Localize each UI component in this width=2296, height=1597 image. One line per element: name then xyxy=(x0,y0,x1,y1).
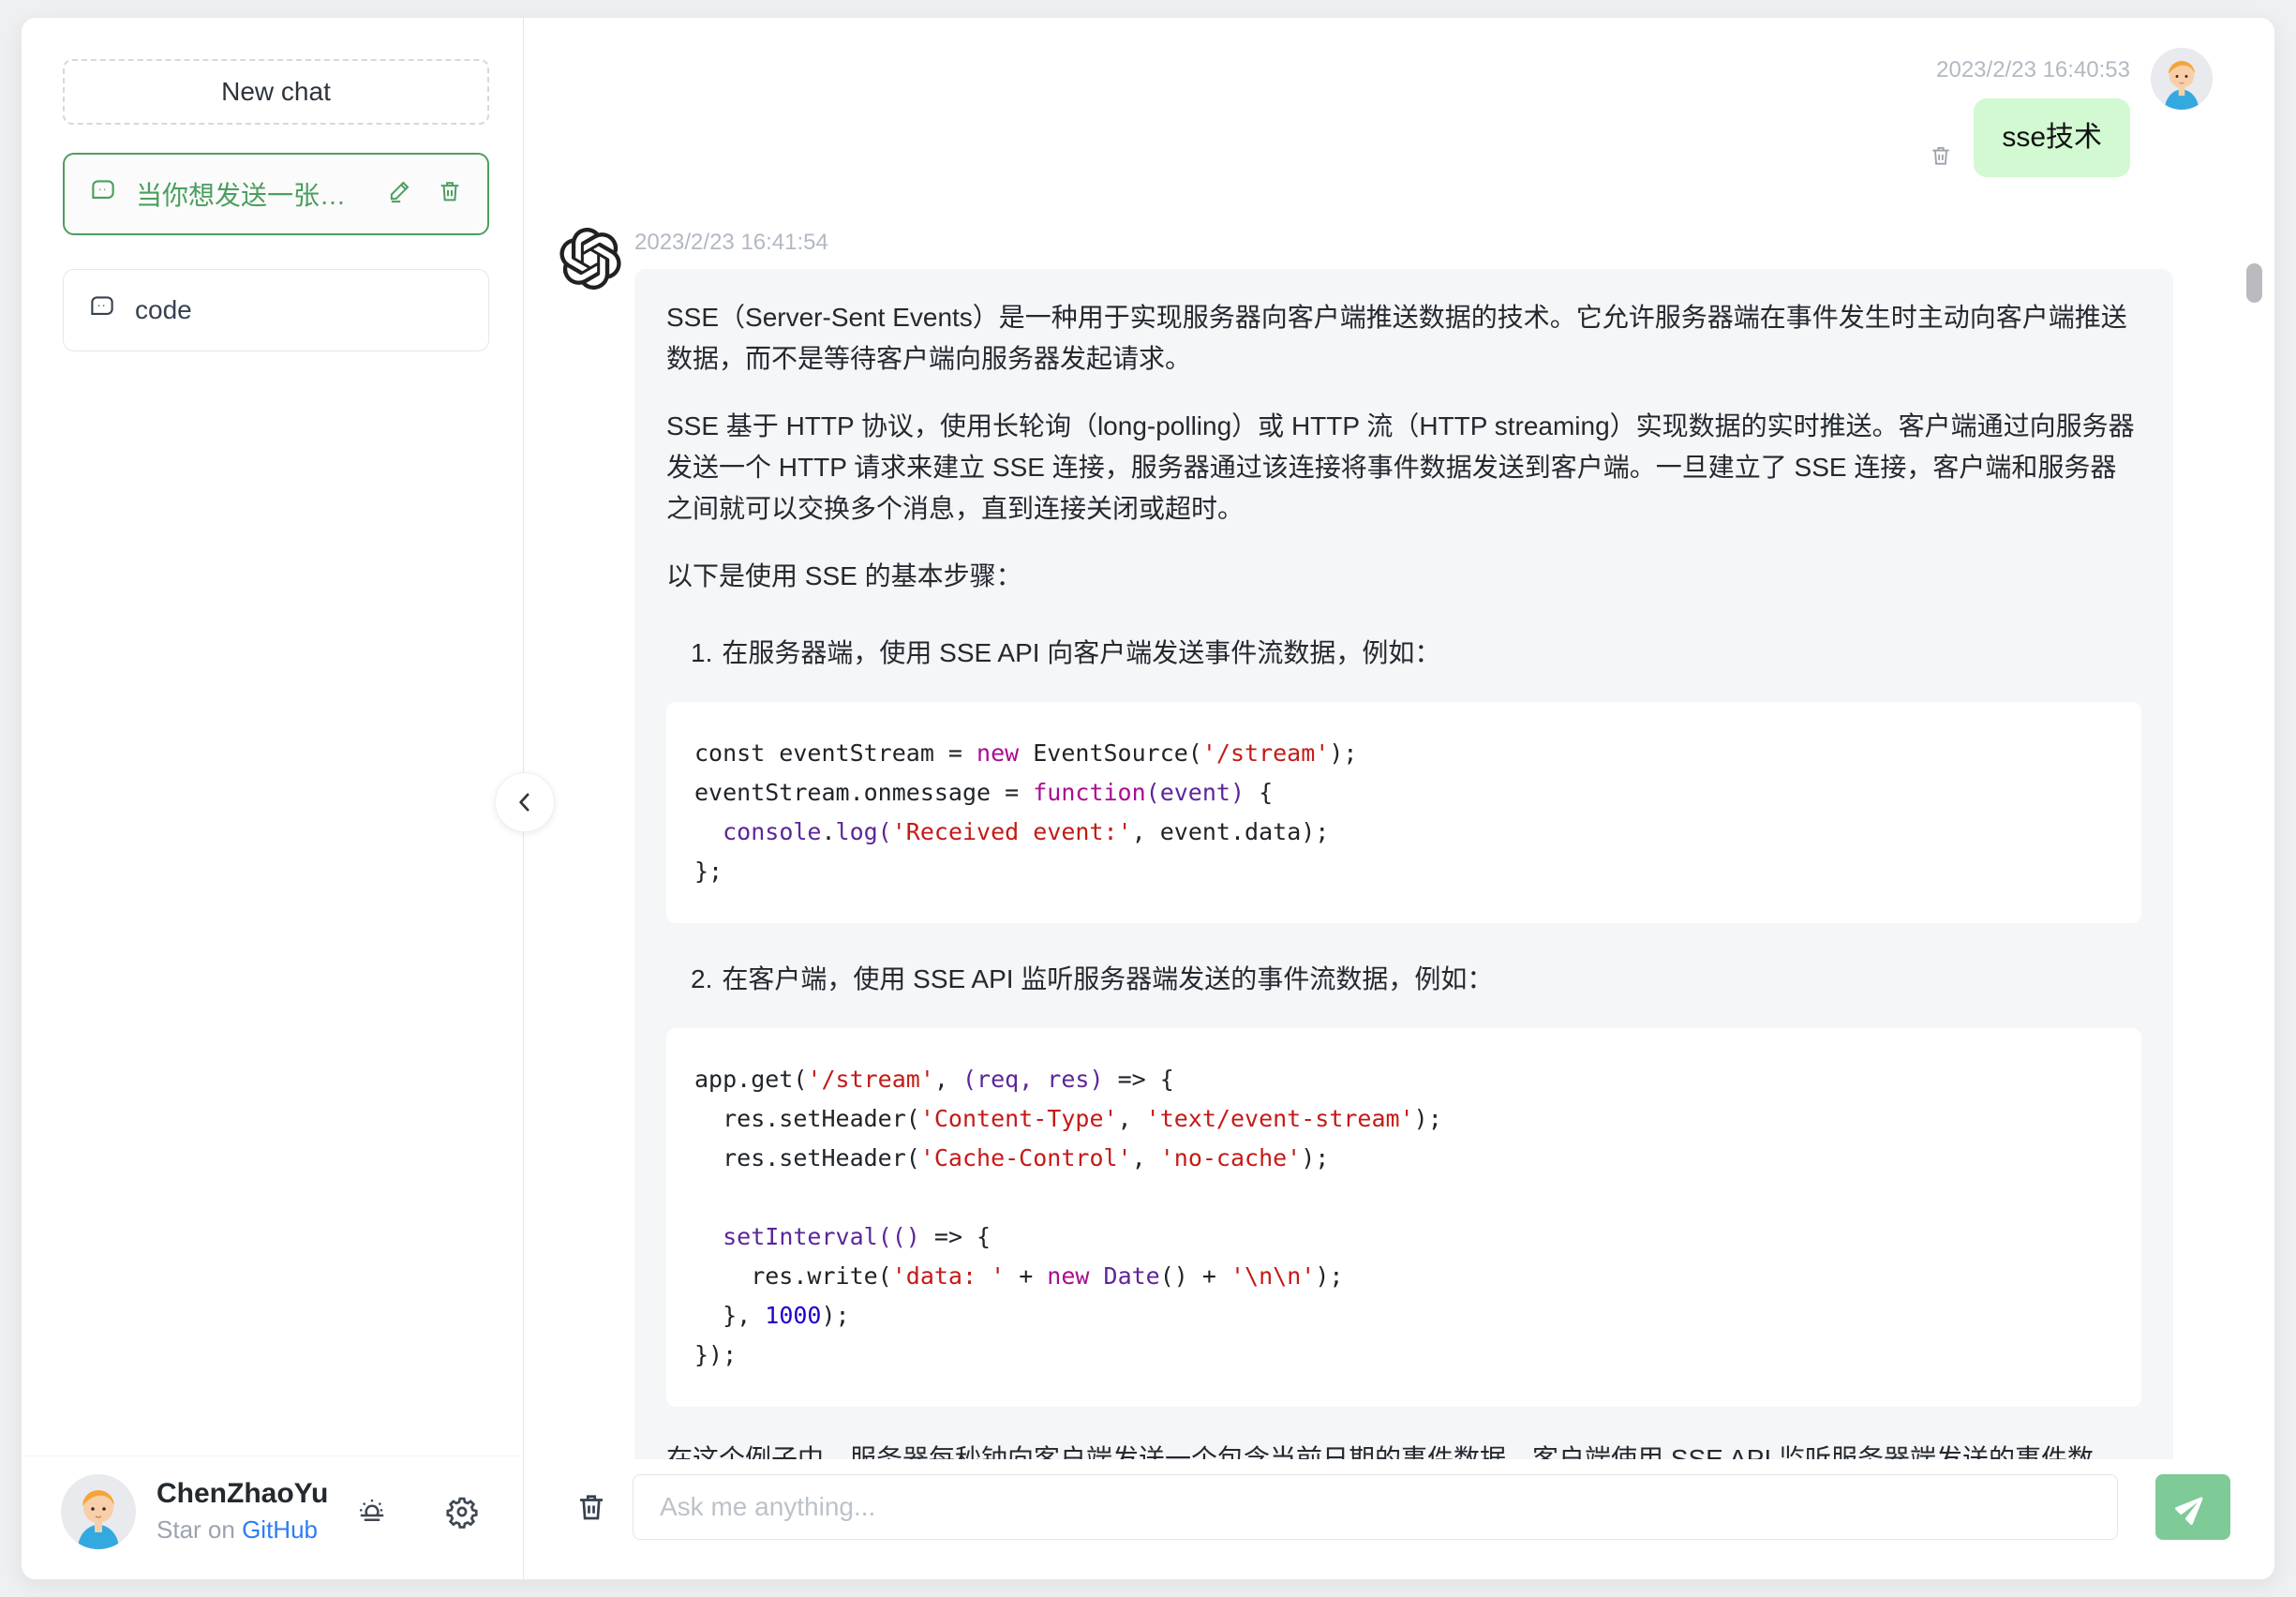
edit-conversation-icon[interactable] xyxy=(386,178,412,211)
sidebar-item-conversation-active[interactable]: 当你想发送一张照... xyxy=(63,153,489,235)
settings-button[interactable] xyxy=(444,1494,480,1530)
code-block[interactable]: const eventStream = new EventSource('/st… xyxy=(666,702,2141,923)
paper-plane-icon xyxy=(2175,1497,2203,1525)
star-on-github: Star on GitHub xyxy=(157,1515,318,1544)
list-item: 2. 在客户端，使用 SSE API 监听服务器端发送的事件流数据，例如： xyxy=(691,964,1494,993)
new-chat-button[interactable]: New chat xyxy=(63,59,489,125)
user-message-bubble: sse技术 xyxy=(1974,98,2130,177)
conversation-title: code xyxy=(135,295,192,324)
message-timestamp: 2023/2/23 16:40:53 xyxy=(1936,57,2130,82)
user-name: ChenZhaoYu xyxy=(157,1478,329,1509)
conversation-list: New chat 当你想发送一张照... code xyxy=(22,18,523,1455)
code-block[interactable]: app.get('/stream', (req, res) => { res.s… xyxy=(666,1028,2141,1407)
assistant-message-bubble: SSE（Server-Sent Events）是一种用于实现服务器向客户端推送数… xyxy=(634,269,2173,1459)
scrollbar-thumb[interactable] xyxy=(2246,263,2262,303)
message-timestamp: 2023/2/23 16:41:54 xyxy=(634,230,828,255)
paragraph: 在这个例子中，服务器每秒钟向客户端发送一个包含当前日期的事件数据。客户端使用 S… xyxy=(666,1444,2094,1459)
assistant-message: 2023/2/23 16:41:54 SSE（Server-Sent Event… xyxy=(559,228,2173,1459)
paragraph: 以下是使用 SSE 的基本步骤： xyxy=(666,561,1022,590)
paragraph: SSE（Server-Sent Events）是一种用于实现服务器向客户端推送数… xyxy=(666,303,2127,373)
user-avatar xyxy=(61,1473,136,1549)
user-avatar xyxy=(2151,48,2213,110)
delete-message-button[interactable] xyxy=(1929,143,1953,168)
trash-icon xyxy=(580,1495,603,1520)
clear-conversation-button[interactable] xyxy=(574,1490,608,1524)
conversation-title: 当你想发送一张照... xyxy=(136,181,367,210)
message-bubble-icon xyxy=(89,177,117,212)
chevron-left-icon xyxy=(519,793,529,812)
trash-icon xyxy=(1932,146,1949,165)
sidebar-collapse-button[interactable] xyxy=(495,772,555,832)
message-bubble-icon xyxy=(88,293,116,328)
app-window: New chat 当你想发送一张照... code ChenZhaoYu Sta… xyxy=(21,17,2275,1580)
chat-panel: 2023/2/23 16:40:53 sse技术 2023/2/23 16:41… xyxy=(524,18,2274,1579)
openai-logo xyxy=(559,228,621,291)
theme-toggle-button[interactable] xyxy=(354,1494,390,1530)
page-background: New chat 当你想发送一张照... code ChenZhaoYu Sta… xyxy=(0,0,2296,1597)
gear-icon xyxy=(446,1497,478,1529)
theme-sun-icon xyxy=(359,1499,385,1521)
sidebar: New chat 当你想发送一张照... code ChenZhaoYu Sta… xyxy=(22,18,524,1579)
paragraph: SSE 基于 HTTP 协议，使用长轮询（long-polling）或 HTTP… xyxy=(666,411,2135,523)
github-link[interactable]: GitHub xyxy=(242,1515,318,1544)
sidebar-item-conversation[interactable]: code xyxy=(63,269,489,351)
user-message: 2023/2/23 16:40:53 sse技术 xyxy=(559,48,2213,177)
chat-scroll-area[interactable]: 2023/2/23 16:40:53 sse技术 2023/2/23 16:41… xyxy=(524,18,2274,1459)
list-item: 1. 在服务器端，使用 SSE API 向客户端发送事件流数据，例如： xyxy=(691,638,1441,667)
sidebar-footer: ChenZhaoYu Star on GitHub xyxy=(22,1455,523,1579)
send-button[interactable] xyxy=(2155,1474,2230,1540)
delete-conversation-icon[interactable] xyxy=(437,178,463,211)
message-input-bar xyxy=(524,1459,2274,1579)
message-input[interactable] xyxy=(633,1474,2118,1540)
